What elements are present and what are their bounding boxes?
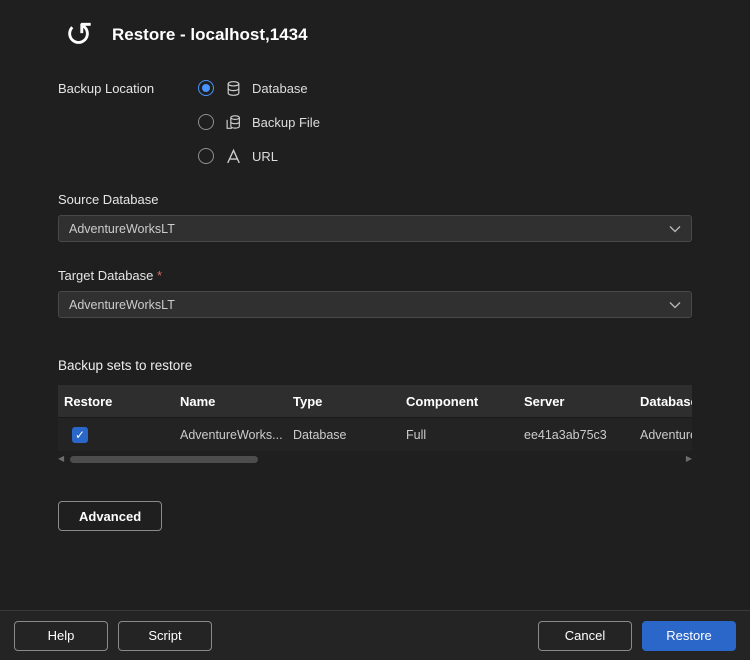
column-header-restore: Restore	[58, 394, 174, 409]
target-database-dropdown[interactable]: AdventureWorksLT	[58, 291, 692, 318]
backup-location-radio-group: Database Backup File	[198, 78, 320, 166]
cell-type: Database	[287, 428, 400, 442]
advanced-button[interactable]: Advanced	[58, 501, 162, 531]
column-header-database: Database	[634, 394, 692, 409]
radio-label-database: Database	[252, 81, 308, 96]
backup-sets-title: Backup sets to restore	[58, 358, 692, 373]
target-database-label-text: Target Database	[58, 268, 153, 283]
dialog-title: Restore - localhost,1434	[112, 25, 308, 45]
script-button[interactable]: Script	[118, 621, 212, 651]
backup-location-section: Backup Location Database	[58, 78, 692, 166]
column-header-name: Name	[174, 394, 287, 409]
radio-option-database[interactable]: Database	[198, 78, 320, 98]
scroll-left-icon[interactable]: ◀	[58, 453, 64, 465]
url-icon	[224, 147, 242, 165]
cell-component: Full	[400, 428, 518, 442]
radio-backup-file[interactable]	[198, 114, 214, 130]
required-marker: *	[157, 268, 162, 283]
table-header-row: Restore Name Type Component Server Datab…	[58, 385, 692, 417]
radio-option-backup-file[interactable]: Backup File	[198, 112, 320, 132]
cell-restore	[58, 427, 174, 443]
cancel-button[interactable]: Cancel	[538, 621, 632, 651]
restore-checkbox[interactable]	[72, 427, 88, 443]
radio-option-url[interactable]: URL	[198, 146, 320, 166]
backup-file-icon	[224, 113, 242, 131]
column-header-type: Type	[287, 394, 400, 409]
source-database-value: AdventureWorksLT	[69, 222, 175, 236]
chevron-down-icon	[669, 225, 681, 233]
cell-name: AdventureWorks...	[174, 428, 287, 442]
scrollbar-thumb[interactable]	[70, 456, 258, 463]
column-header-component: Component	[400, 394, 518, 409]
dialog-header: ↺ Restore - localhost,1434	[58, 14, 692, 56]
footer-right-group: Cancel Restore	[538, 621, 736, 651]
restore-icon: ↺	[58, 14, 100, 56]
radio-url[interactable]	[198, 148, 214, 164]
scroll-right-icon[interactable]: ▶	[686, 453, 692, 465]
cell-server: ee41a3ab75c3	[518, 428, 634, 442]
restore-dialog: ↺ Restore - localhost,1434 Backup Locati…	[0, 0, 750, 531]
source-database-dropdown[interactable]: AdventureWorksLT	[58, 215, 692, 242]
table-row[interactable]: AdventureWorks... Database Full ee41a3ab…	[58, 417, 692, 451]
target-database-label: Target Database *	[58, 268, 692, 283]
radio-database[interactable]	[198, 80, 214, 96]
radio-label-url: URL	[252, 149, 278, 164]
target-database-value: AdventureWorksLT	[69, 298, 175, 312]
chevron-down-icon	[669, 301, 681, 309]
backup-sets-table: Restore Name Type Component Server Datab…	[58, 385, 692, 451]
horizontal-scrollbar[interactable]: ◀ ▶	[58, 453, 692, 465]
restore-button[interactable]: Restore	[642, 621, 736, 651]
backup-location-label: Backup Location	[58, 78, 198, 166]
radio-label-backup-file: Backup File	[252, 115, 320, 130]
footer-bar: Help Script Cancel Restore	[0, 610, 750, 660]
cell-database: AdventureWorksLT	[634, 428, 692, 442]
column-header-server: Server	[518, 394, 634, 409]
database-icon	[224, 79, 242, 97]
help-button[interactable]: Help	[14, 621, 108, 651]
source-database-label: Source Database	[58, 192, 692, 207]
scrollbar-track[interactable]	[67, 455, 683, 464]
